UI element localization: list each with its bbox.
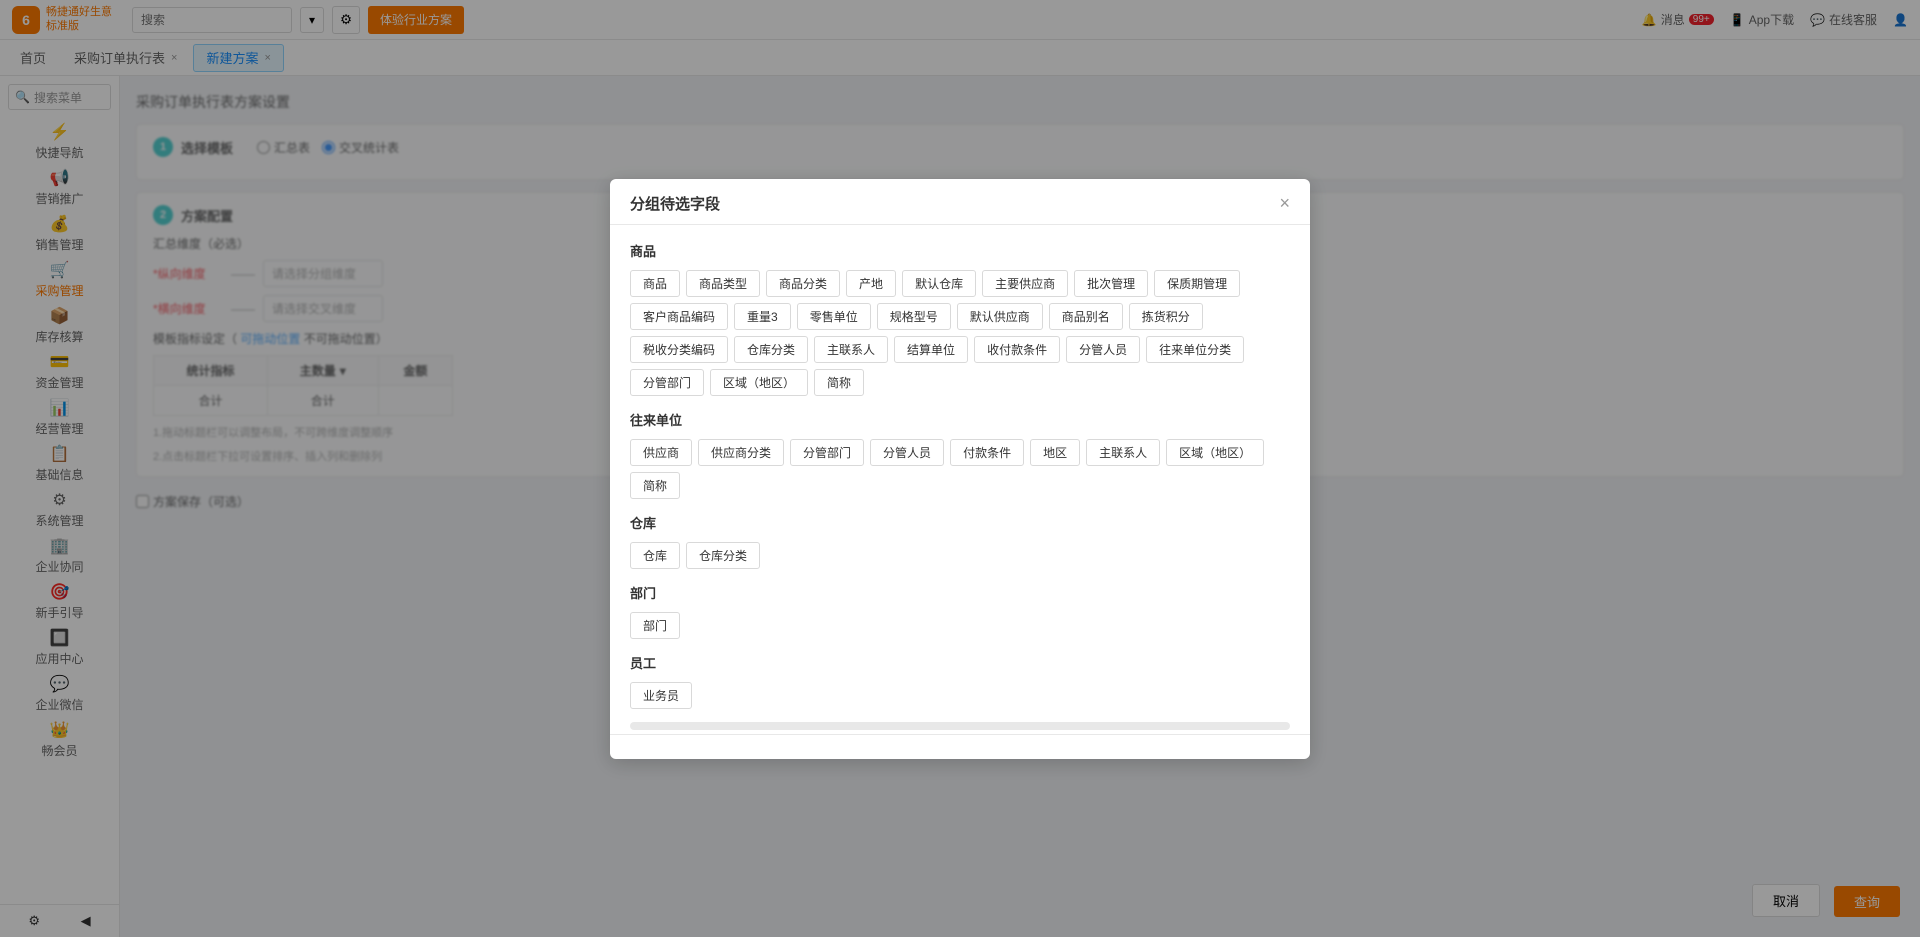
field-chip[interactable]: 主联系人 (1086, 439, 1160, 466)
field-chip[interactable]: 主要供应商 (982, 270, 1068, 297)
field-chip[interactable]: 商品类型 (686, 270, 760, 297)
section-chips-partner: 供应商 供应商分类 分管部门 分管人员 付款条件 地区 主联系人 区域（地区） … (630, 439, 1290, 499)
field-chip[interactable]: 供应商 (630, 439, 692, 466)
field-chip[interactable]: 零售单位 (797, 303, 871, 330)
modal-close-btn[interactable]: × (1279, 193, 1290, 214)
modal-overlay: 分组待选字段 × 商品 商品 商品类型 商品分类 产地 默认仓库 主要供应商 批… (0, 0, 1920, 937)
field-chip[interactable]: 保质期管理 (1154, 270, 1240, 297)
modal-footer (610, 734, 1310, 759)
field-chip[interactable]: 供应商分类 (698, 439, 784, 466)
field-chip[interactable]: 商品别名 (1049, 303, 1123, 330)
field-chip[interactable]: 简称 (630, 472, 680, 499)
section-title-employee: 员工 (630, 653, 1290, 672)
field-chip[interactable]: 往来单位分类 (1146, 336, 1244, 363)
field-chip[interactable]: 分管人员 (1066, 336, 1140, 363)
modal-horizontal-scroll (610, 714, 1310, 734)
field-chip[interactable]: 默认供应商 (957, 303, 1043, 330)
modal-title: 分组待选字段 (630, 193, 720, 214)
section-chips-employee: 业务员 (630, 682, 1290, 709)
field-chip[interactable]: 分管部门 (630, 369, 704, 396)
field-chip[interactable]: 简称 (814, 369, 864, 396)
field-chip[interactable]: 商品分类 (766, 270, 840, 297)
field-chip[interactable]: 部门 (630, 612, 680, 639)
section-chips-warehouse: 仓库 仓库分类 (630, 542, 1290, 569)
section-title-commodity: 商品 (630, 241, 1290, 260)
field-chip[interactable]: 客户商品编码 (630, 303, 728, 330)
section-title-partner: 往来单位 (630, 410, 1290, 429)
field-chip[interactable]: 主联系人 (814, 336, 888, 363)
field-chip[interactable]: 仓库分类 (686, 542, 760, 569)
field-chip[interactable]: 规格型号 (877, 303, 951, 330)
field-select-modal: 分组待选字段 × 商品 商品 商品类型 商品分类 产地 默认仓库 主要供应商 批… (610, 179, 1310, 759)
section-chips-department: 部门 (630, 612, 1290, 639)
section-title-warehouse: 仓库 (630, 513, 1290, 532)
field-chip[interactable]: 默认仓库 (902, 270, 976, 297)
field-chip[interactable]: 收付款条件 (974, 336, 1060, 363)
field-chip[interactable]: 区域（地区） (710, 369, 808, 396)
field-chip[interactable]: 付款条件 (950, 439, 1024, 466)
field-chip[interactable]: 拣货积分 (1129, 303, 1203, 330)
field-chip[interactable]: 分管人员 (870, 439, 944, 466)
field-chip[interactable]: 税收分类编码 (630, 336, 728, 363)
field-chip[interactable]: 仓库 (630, 542, 680, 569)
field-chip[interactable]: 批次管理 (1074, 270, 1148, 297)
field-chip[interactable]: 地区 (1030, 439, 1080, 466)
field-chip[interactable]: 区域（地区） (1166, 439, 1264, 466)
field-chip[interactable]: 业务员 (630, 682, 692, 709)
field-chip[interactable]: 产地 (846, 270, 896, 297)
field-chip[interactable]: 商品 (630, 270, 680, 297)
field-chip[interactable]: 结算单位 (894, 336, 968, 363)
section-chips-commodity: 商品 商品类型 商品分类 产地 默认仓库 主要供应商 批次管理 保质期管理 客户… (630, 270, 1290, 396)
section-title-department: 部门 (630, 583, 1290, 602)
field-chip[interactable]: 重量3 (734, 303, 791, 330)
modal-header: 分组待选字段 × (610, 179, 1310, 225)
field-chip[interactable]: 仓库分类 (734, 336, 808, 363)
field-chip[interactable]: 分管部门 (790, 439, 864, 466)
modal-body: 商品 商品 商品类型 商品分类 产地 默认仓库 主要供应商 批次管理 保质期管理… (610, 225, 1310, 714)
